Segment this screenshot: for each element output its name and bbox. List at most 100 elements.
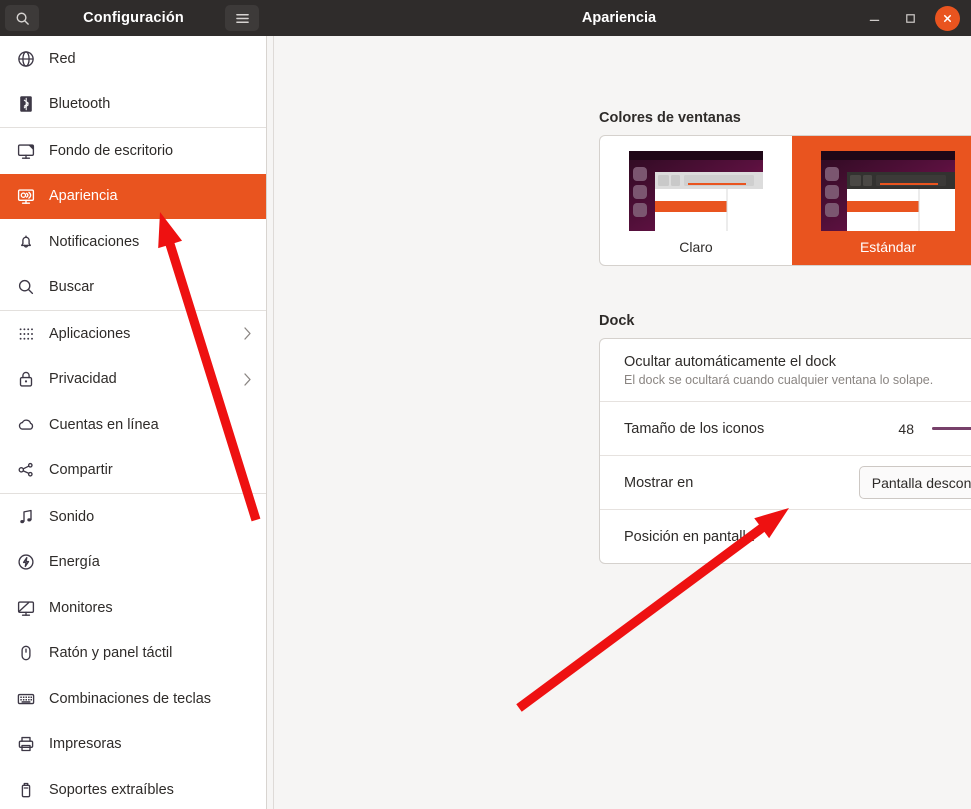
main-menu-button[interactable]	[225, 5, 259, 31]
chevron-right-icon	[243, 326, 252, 341]
bell-icon	[21, 235, 31, 248]
lock-icon-wrap	[13, 370, 39, 388]
sidebar-item-aplicaciones[interactable]: Aplicaciones	[0, 311, 266, 357]
search-button[interactable]	[5, 5, 39, 31]
dock-settings-list: Ocultar automáticamente el dock El dock …	[599, 338, 971, 564]
sidebar-item-label: Red	[49, 50, 76, 67]
titlebar: Configuración Apariencia	[0, 0, 971, 36]
sidebar-item-impresoras[interactable]: Impresoras	[0, 722, 266, 768]
sidebar-item-energía[interactable]: Energía	[0, 540, 266, 586]
sidebar-item-label: Monitores	[49, 599, 113, 616]
close-button[interactable]	[935, 5, 960, 31]
mouse-icon-wrap	[13, 644, 39, 662]
show-on-dropdown[interactable]: Pantalla desconocida (Pantalla primaria)…	[858, 466, 971, 499]
content-panel: Colores de ventanas Claro Estándar Dock …	[267, 36, 971, 809]
power-icon	[18, 554, 34, 570]
minimize-icon	[869, 19, 879, 21]
content-scrollbar[interactable]	[267, 36, 274, 809]
sidebar-item-label: Buscar	[49, 279, 95, 296]
sidebar-item-bluetooth[interactable]: Bluetooth	[0, 82, 266, 128]
icon-size-control: 48	[894, 418, 971, 440]
sidebar-item-label: Fondo de escritorio	[49, 142, 174, 159]
dock-title: Dock	[599, 313, 635, 329]
minimize-button[interactable]	[863, 7, 885, 29]
show-on-row: Mostrar en Pantalla desconocida (Pantall…	[600, 455, 971, 509]
sidebar-item-cuentas-en-línea[interactable]: Cuentas en línea	[0, 402, 266, 448]
close-icon	[943, 14, 952, 22]
bluetooth-icon	[20, 96, 32, 113]
keyboard-icon-wrap	[13, 690, 39, 708]
desktop-background-icon-wrap	[13, 142, 39, 160]
auto-hide-label: Ocultar automáticamente el dock	[624, 353, 836, 370]
window-colors-title: Colores de ventanas	[599, 110, 741, 126]
sidebar-item-buscar[interactable]: Buscar	[0, 265, 266, 311]
chevron-right-icon	[243, 372, 252, 387]
sidebar-item-compartir[interactable]: Compartir	[0, 448, 266, 494]
bell-icon-wrap	[13, 233, 39, 251]
icon-size-label: Tamaño de los iconos	[624, 420, 765, 437]
theme-option-claro[interactable]: Claro	[600, 136, 792, 265]
theme-chooser: Claro Estándar	[599, 135, 971, 266]
sidebar-item-label: Sonido	[49, 508, 95, 525]
desktop-background-icon	[17, 144, 35, 159]
auto-hide-description: El dock se ocultará cuando cualquier ven…	[624, 372, 934, 387]
sidebar-item-sonido[interactable]: Sonido	[0, 494, 266, 540]
grid-apps-icon	[19, 328, 33, 340]
show-on-value: Pantalla desconocida (Pantalla primaria)	[871, 474, 971, 491]
sidebar-item-label: Bluetooth	[49, 96, 111, 113]
theme-preview-standard-icon	[821, 150, 955, 231]
auto-hide-text: Ocultar automáticamente el dock El dock …	[624, 354, 933, 387]
icon-size-slider[interactable]	[932, 418, 971, 440]
sidebar-item-red[interactable]: Red	[0, 36, 266, 82]
sidebar-item-label: Ratón y panel táctil	[49, 645, 173, 662]
search-icon	[18, 280, 34, 295]
sidebar: Red Bluetooth Fondo de escritorio Aparienci…	[0, 36, 267, 809]
hamburger-menu-icon	[235, 13, 249, 23]
icon-size-row: Tamaño de los iconos 48	[600, 401, 971, 455]
sidebar-item-label: Aplicaciones	[49, 325, 131, 342]
sidebar-item-notificaciones[interactable]: Notificaciones	[0, 219, 266, 265]
printer-icon	[18, 737, 34, 752]
mouse-icon	[21, 645, 31, 661]
theme-option-estandar[interactable]: Estándar	[792, 136, 971, 265]
titlebar-content-pane: Apariencia	[267, 0, 971, 36]
sidebar-item-label: Privacidad	[49, 371, 117, 388]
sidebar-item-label: Impresoras	[49, 736, 122, 753]
keyboard-icon	[17, 693, 35, 705]
sidebar-item-label: Apariencia	[49, 188, 118, 205]
sidebar-item-privacidad[interactable]: Privacidad	[0, 357, 266, 403]
sidebar-item-combinaciones-de-teclas[interactable]: Combinaciones de teclas	[0, 676, 266, 722]
monitor-icon	[17, 601, 35, 616]
settings-window: Configuración Apariencia Red Bluetooth F…	[0, 0, 971, 809]
slider-fill	[932, 427, 971, 430]
sidebar-item-apariencia[interactable]: Apariencia	[0, 173, 266, 219]
screen-position-label: Posición en pantalla	[624, 528, 754, 545]
lock-icon	[19, 372, 33, 387]
sidebar-item-label: Cuentas en línea	[49, 416, 159, 433]
theme-thumbnail-light	[629, 150, 763, 231]
sidebar-item-monitores[interactable]: Monitores	[0, 585, 266, 631]
theme-thumbnail-standard	[821, 150, 955, 231]
monitor-icon-wrap	[13, 599, 39, 617]
theme-name-estandar: Estándar	[859, 238, 917, 255]
appearance-icon-wrap	[13, 187, 39, 205]
icon-size-value: 48	[898, 420, 914, 437]
appearance-icon	[17, 189, 35, 205]
sidebar-item-soportes-extraíbles[interactable]: Soportes extraíbles	[0, 767, 266, 809]
sidebar-item-fondo-de-escritorio[interactable]: Fondo de escritorio	[0, 128, 266, 174]
auto-hide-row: Ocultar automáticamente el dock El dock …	[600, 339, 971, 401]
sidebar-item-ratón-y-panel-táctil[interactable]: Ratón y panel táctil	[0, 631, 266, 677]
removable-media-icon-wrap	[13, 781, 39, 799]
music-note-icon	[20, 509, 32, 523]
search-icon-wrap	[13, 278, 39, 296]
maximize-button[interactable]	[899, 7, 921, 29]
window-colors-section: Colores de ventanas Claro Estándar	[599, 110, 971, 266]
window-controls	[863, 5, 971, 31]
show-on-label: Mostrar en	[624, 474, 694, 491]
globe-icon	[18, 50, 34, 67]
window-body: Red Bluetooth Fondo de escritorio Aparienci…	[0, 36, 971, 809]
cloud-icon-wrap	[13, 416, 39, 434]
maximize-icon	[905, 13, 915, 23]
share-icon	[18, 463, 33, 477]
grid-apps-icon-wrap	[13, 325, 39, 343]
